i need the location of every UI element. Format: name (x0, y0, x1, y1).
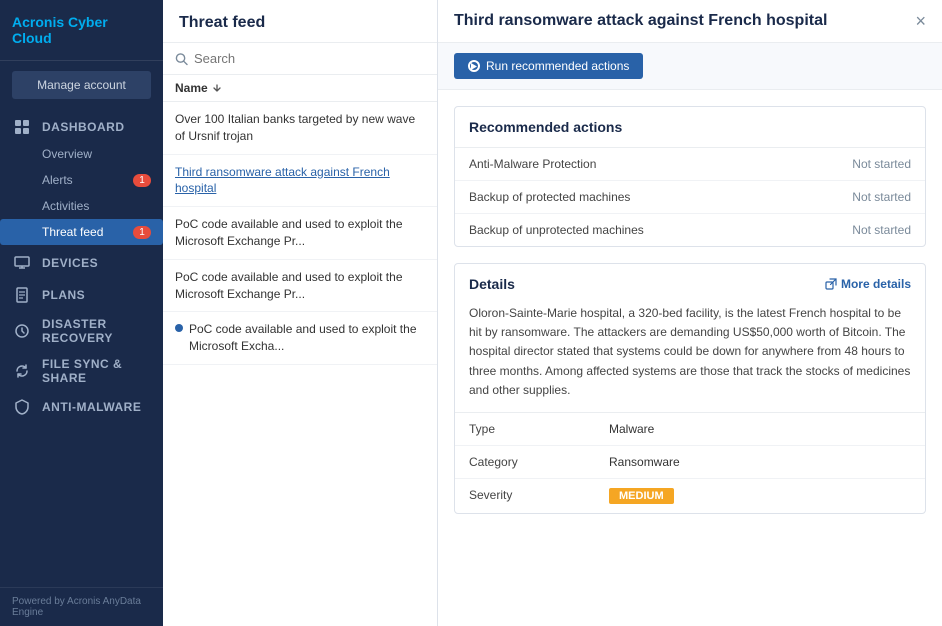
grid-icon (12, 117, 32, 137)
details-section-header: Details More details (455, 264, 925, 304)
severity-badge: MEDIUM (609, 488, 674, 504)
sidebar-item-plans[interactable]: PLANS (0, 277, 163, 309)
list-header: Name (163, 75, 437, 102)
detail-panel: Third ransomware attack against French h… (438, 0, 942, 626)
shield-icon (12, 397, 32, 417)
logo-acronis: Acronis (12, 14, 64, 30)
list-item[interactable]: Third ransomware attack against French h… (163, 155, 437, 208)
field-row-type: Type Malware (455, 413, 925, 446)
sidebar-devices-label: DEVICES (42, 256, 98, 270)
recommended-actions-section: Recommended actions Anti-Malware Protect… (454, 106, 926, 247)
sidebar-item-threat-feed[interactable]: Threat feed 1 (0, 219, 163, 245)
search-bar[interactable] (163, 43, 437, 75)
sidebar-logo: Acronis Cyber Cloud (0, 0, 163, 61)
sidebar-anti-malware-label: ANTI-MALWARE (42, 400, 141, 414)
detail-actions: Run recommended actions (438, 43, 942, 90)
active-dot (175, 324, 183, 332)
sort-icon (212, 83, 222, 93)
monitor-icon (12, 253, 32, 273)
sidebar-item-file-sync[interactable]: FILE SYNC & SHARE (0, 349, 163, 389)
sidebar-nav: DASHBOARD Overview Alerts 1 Activities T… (0, 109, 163, 587)
detail-header: Third ransomware attack against French h… (438, 0, 942, 43)
search-icon (175, 52, 188, 66)
close-button[interactable]: × (915, 12, 926, 30)
file-icon (12, 285, 32, 305)
recommended-actions-heading: Recommended actions (455, 107, 925, 148)
manage-account-button[interactable]: Manage account (12, 71, 151, 99)
sidebar-item-disaster-recovery[interactable]: DISASTER RECOVERY (0, 309, 163, 349)
sidebar-item-activities[interactable]: Activities (0, 193, 163, 219)
field-row-severity: Severity MEDIUM (455, 479, 925, 513)
action-row: Backup of unprotected machines Not start… (455, 214, 925, 246)
external-link-icon (825, 278, 837, 290)
list-item[interactable]: PoC code available and used to exploit t… (163, 207, 437, 260)
run-recommended-actions-button[interactable]: Run recommended actions (454, 53, 643, 79)
threat-feed-badge: 1 (133, 226, 151, 239)
detail-description: Oloron-Sainte-Marie hospital, a 320-bed … (455, 304, 925, 413)
sidebar: Acronis Cyber Cloud Manage account DASHB… (0, 0, 163, 626)
sidebar-disaster-label: DISASTER RECOVERY (42, 317, 151, 345)
threat-feed-title: Threat feed (163, 0, 437, 43)
action-row: Backup of protected machines Not started (455, 181, 925, 214)
threat-feed-panel: Threat feed Name Over 100 Italian banks … (163, 0, 438, 626)
sidebar-dashboard-label: DASHBOARD (42, 120, 125, 134)
sidebar-file-sync-label: FILE SYNC & SHARE (42, 357, 151, 385)
sidebar-plans-label: PLANS (42, 288, 85, 302)
detail-title: Third ransomware attack against French h… (454, 12, 827, 30)
sidebar-item-anti-malware[interactable]: ANTI-MALWARE (0, 389, 163, 421)
details-section: Details More details Oloron-Sainte-Marie… (454, 263, 926, 514)
field-row-category: Category Ransomware (455, 446, 925, 479)
list-item[interactable]: Over 100 Italian banks targeted by new w… (163, 102, 437, 155)
content-area: Threat feed Name Over 100 Italian banks … (163, 0, 942, 626)
detail-body: Recommended actions Anti-Malware Protect… (438, 90, 942, 626)
sidebar-item-dashboard[interactable]: DASHBOARD (0, 109, 163, 141)
action-row: Anti-Malware Protection Not started (455, 148, 925, 181)
list-item[interactable]: PoC code available and used to exploit t… (163, 260, 437, 313)
sidebar-item-alerts[interactable]: Alerts 1 (0, 167, 163, 193)
search-input[interactable] (194, 51, 425, 66)
play-icon (468, 60, 480, 72)
sidebar-footer: Powered by Acronis AnyData Engine (0, 587, 163, 626)
alerts-badge: 1 (133, 174, 151, 187)
sidebar-item-devices[interactable]: DEVICES (0, 245, 163, 277)
sync-icon (12, 361, 32, 381)
sidebar-item-overview[interactable]: Overview (0, 141, 163, 167)
disaster-icon (12, 321, 32, 341)
list-item[interactable]: PoC code available and used to exploit t… (163, 312, 437, 365)
more-details-link[interactable]: More details (825, 277, 911, 291)
